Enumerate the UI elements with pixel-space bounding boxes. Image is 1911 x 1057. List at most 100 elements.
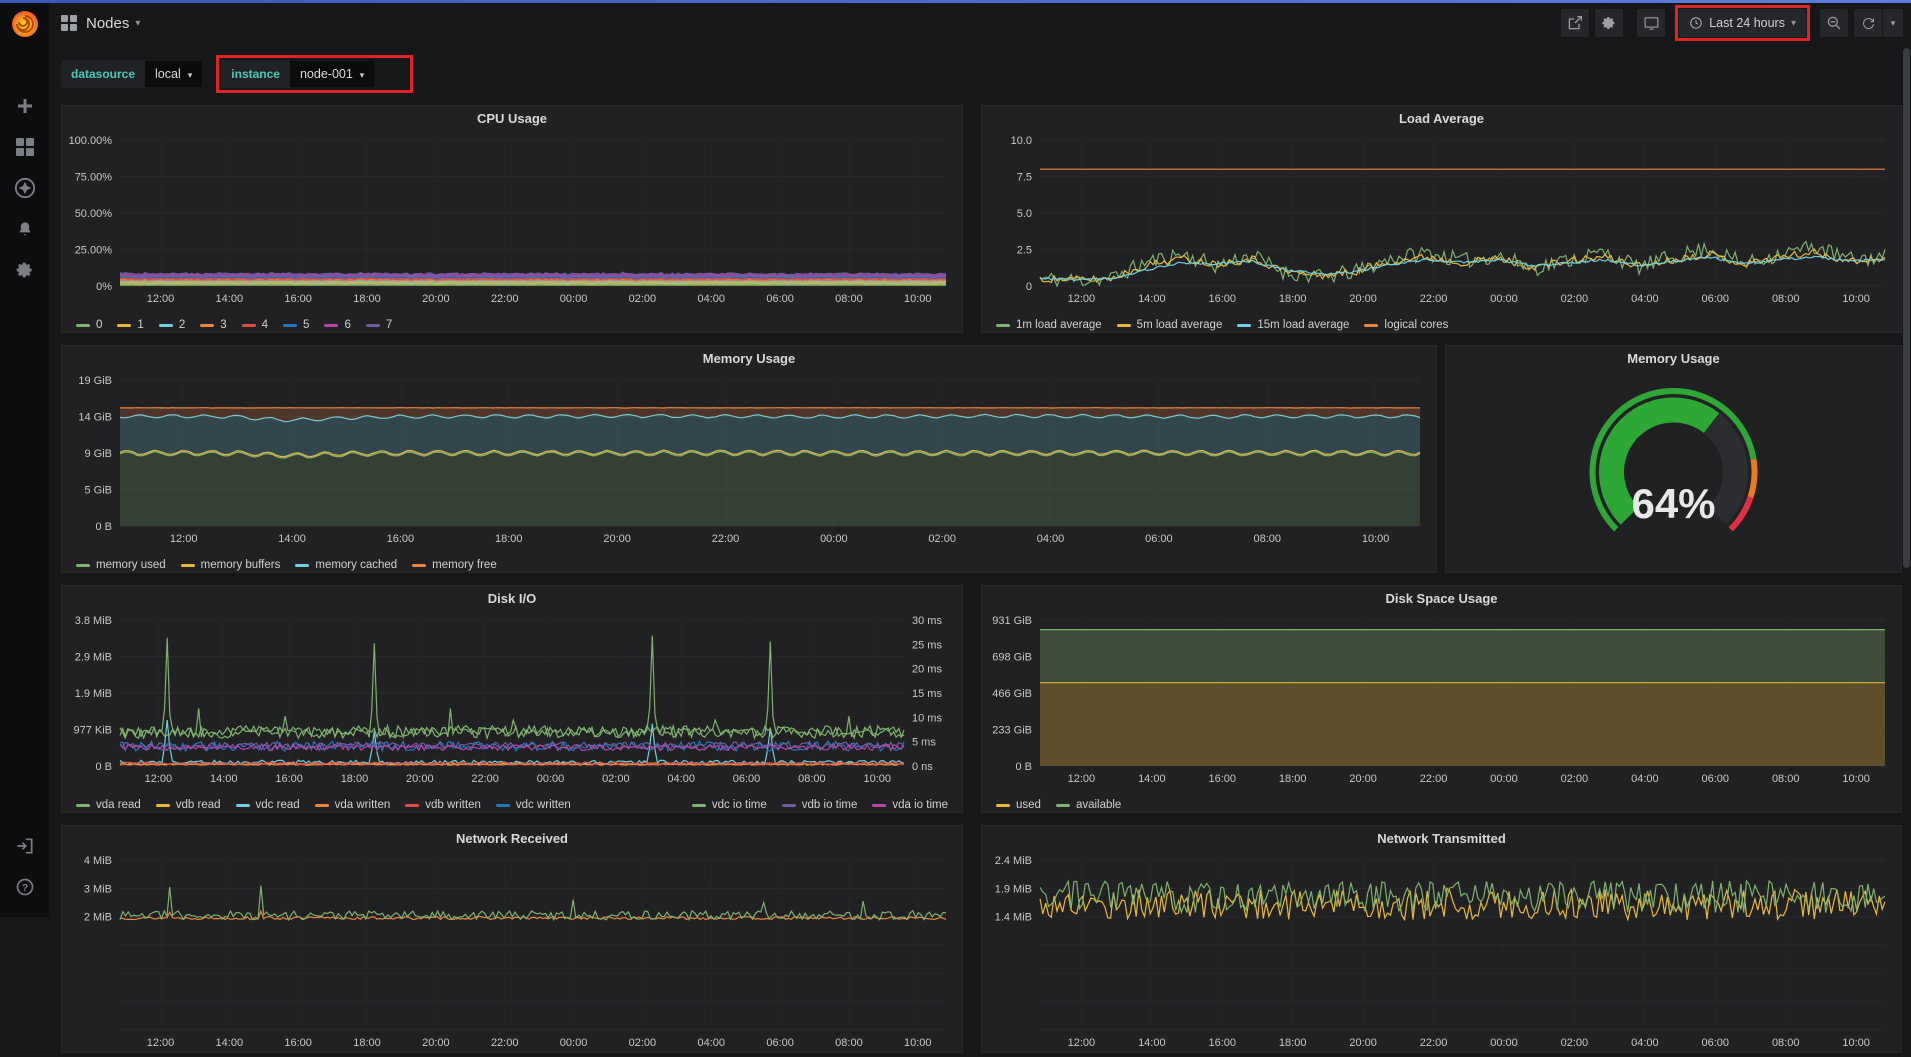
svg-text:16:00: 16:00: [1209, 1037, 1237, 1049]
instance-select[interactable]: node-001 ▾: [289, 61, 375, 87]
svg-text:22:00: 22:00: [1420, 293, 1448, 305]
disk-io-legend[interactable]: vda read vdb read vdc read vda written vdb w…: [62, 793, 962, 817]
legend-item[interactable]: 4: [241, 319, 268, 331]
svg-text:10.0: 10.0: [1011, 135, 1032, 147]
legend-item[interactable]: logical cores: [1364, 319, 1448, 331]
legend-item[interactable]: memory cached: [295, 559, 397, 571]
load-average-chart[interactable]: 10.0 7.5 5.0 2.5 0 12:00 14:00 16:00 18:00 20:00 2…: [982, 132, 1901, 313]
svg-text:02:00: 02:00: [1561, 293, 1589, 305]
legend-item[interactable]: vdc read: [235, 799, 300, 811]
alerting-bell-icon[interactable]: [0, 208, 49, 249]
sign-in-icon[interactable]: [0, 825, 49, 866]
svg-text:12:00: 12:00: [147, 293, 175, 305]
legend-item[interactable]: vdc written: [495, 799, 571, 811]
svg-text:64%: 64%: [1631, 480, 1715, 527]
svg-text:02:00: 02:00: [602, 773, 630, 785]
refresh-button[interactable]: [1854, 9, 1882, 37]
memory-usage-legend[interactable]: memory used memory buffers memory cached me…: [62, 553, 1436, 577]
grafana-logo-icon[interactable]: [9, 8, 41, 40]
legend-item[interactable]: 15m load average: [1237, 319, 1349, 331]
svg-text:04:00: 04:00: [1037, 533, 1065, 545]
legend-item[interactable]: vda io time: [872, 799, 948, 811]
panel-title[interactable]: Memory Usage: [1446, 346, 1901, 372]
legend-item[interactable]: vda written: [314, 799, 390, 811]
panel-title[interactable]: Disk I/O: [62, 586, 962, 612]
svg-text:4 MiB: 4 MiB: [84, 855, 112, 867]
legend-item[interactable]: memory free: [412, 559, 497, 571]
cycle-view-mode-button[interactable]: [1637, 9, 1666, 37]
legend-item[interactable]: used: [996, 799, 1041, 811]
time-range-picker[interactable]: Last 24 hours ▾: [1679, 9, 1806, 37]
svg-text:16:00: 16:00: [284, 1037, 312, 1049]
svg-text:20 ms: 20 ms: [912, 664, 942, 676]
legend-item[interactable]: vdc io time: [691, 799, 767, 811]
configuration-gear-icon[interactable]: [0, 249, 49, 290]
svg-text:04:00: 04:00: [697, 1037, 725, 1049]
cpu-usage-legend[interactable]: 0 1 2 3 4 5 6 7: [62, 313, 962, 337]
disk-io-chart[interactable]: 3.8 MiB 2.9 MiB 1.9 MiB 977 KiB 0 B 30 ms 25 m…: [62, 612, 962, 793]
svg-text:12:00: 12:00: [1068, 293, 1096, 305]
dashboard-settings-button[interactable]: [1595, 9, 1624, 37]
legend-item[interactable]: available: [1055, 799, 1121, 811]
panel-title[interactable]: Load Average: [982, 106, 1901, 132]
explore-compass-icon[interactable]: [0, 167, 49, 208]
memory-usage-chart[interactable]: 19 GiB 14 GiB 9 GiB 5 GiB 0 B 12:00 14:00 16:00…: [62, 372, 1436, 553]
legend-item[interactable]: 7: [365, 319, 392, 331]
svg-text:16:00: 16:00: [387, 533, 415, 545]
svg-text:20:00: 20:00: [406, 773, 434, 785]
svg-text:04:00: 04:00: [1631, 773, 1659, 785]
legend-item[interactable]: 1: [117, 319, 144, 331]
dashboard-title-group[interactable]: Nodes ▾: [61, 15, 140, 32]
legend-item[interactable]: 2: [158, 319, 185, 331]
legend-item[interactable]: vda read: [76, 799, 141, 811]
disk-space-chart[interactable]: 931 GiB 698 GiB 466 GiB 233 GiB 0 B 12:00 14:0…: [982, 612, 1901, 793]
network-transmitted-chart[interactable]: 2.4 MiB 1.9 MiB 1.4 MiB 12:00 14:00 16:00 18:0…: [982, 852, 1901, 1057]
zoom-out-button[interactable]: [1820, 9, 1848, 37]
svg-text:20:00: 20:00: [1349, 773, 1377, 785]
svg-text:75.00%: 75.00%: [75, 172, 113, 184]
legend-item[interactable]: vdb written: [405, 799, 481, 811]
legend-item[interactable]: memory buffers: [180, 559, 280, 571]
dashboards-icon[interactable]: [0, 126, 49, 167]
svg-text:00:00: 00:00: [560, 293, 588, 305]
help-icon[interactable]: ?: [0, 866, 49, 907]
svg-text:2.9 MiB: 2.9 MiB: [75, 652, 112, 664]
panel-title[interactable]: Memory Usage: [62, 346, 1436, 372]
svg-text:00:00: 00:00: [560, 1037, 588, 1049]
clock-icon: [1690, 17, 1702, 29]
legend-item[interactable]: vdb io time: [781, 799, 857, 811]
legend-item[interactable]: 5: [283, 319, 309, 331]
svg-text:0 B: 0 B: [1015, 761, 1032, 773]
svg-text:04:00: 04:00: [667, 773, 695, 785]
panel-cpu-usage: CPU Usage 100.00% 75.00% 50.00% 25.00% 0% 12:…: [61, 105, 963, 333]
legend-item[interactable]: memory used: [76, 559, 166, 571]
scrollbar[interactable]: [1903, 48, 1910, 568]
create-plus-icon[interactable]: [0, 85, 49, 126]
refresh-interval-caret[interactable]: ▾: [1883, 9, 1903, 37]
svg-text:233 GiB: 233 GiB: [992, 725, 1032, 737]
legend-item[interactable]: 1m load average: [996, 319, 1102, 331]
svg-text:08:00: 08:00: [835, 293, 863, 305]
load-average-legend[interactable]: 1m load average 5m load average 15m load a…: [982, 313, 1901, 337]
legend-item[interactable]: 3: [200, 319, 227, 331]
datasource-select[interactable]: local ▾: [145, 61, 203, 87]
legend-item[interactable]: 6: [324, 319, 351, 331]
panel-title[interactable]: Network Transmitted: [982, 826, 1901, 852]
svg-text:1.4 MiB: 1.4 MiB: [995, 912, 1032, 924]
svg-text:14:00: 14:00: [210, 773, 238, 785]
panel-title[interactable]: Network Received: [62, 826, 962, 852]
cpu-usage-chart[interactable]: 100.00% 75.00% 50.00% 25.00% 0% 12:00 14:00 16:…: [62, 132, 962, 313]
svg-text:00:00: 00:00: [537, 773, 565, 785]
legend-item[interactable]: 0: [76, 319, 102, 331]
legend-item[interactable]: 5m load average: [1116, 319, 1222, 331]
memory-usage-gauge[interactable]: 64%: [1446, 372, 1901, 577]
network-received-chart[interactable]: 4 MiB 3 MiB 2 MiB 12:00 14:00 16:00 18:00 20:00…: [62, 852, 962, 1057]
legend-item[interactable]: vdb read: [155, 799, 221, 811]
panel-title[interactable]: CPU Usage: [62, 106, 962, 132]
panel-network-transmitted: Network Transmitted 2.4 MiB 1.9 MiB 1.4 Mi…: [981, 825, 1902, 1053]
panel-title[interactable]: Disk Space Usage: [982, 586, 1901, 612]
svg-text:22:00: 22:00: [712, 533, 740, 545]
svg-text:02:00: 02:00: [1561, 1037, 1589, 1049]
share-button[interactable]: [1561, 9, 1590, 37]
disk-space-legend[interactable]: used available: [982, 793, 1901, 817]
